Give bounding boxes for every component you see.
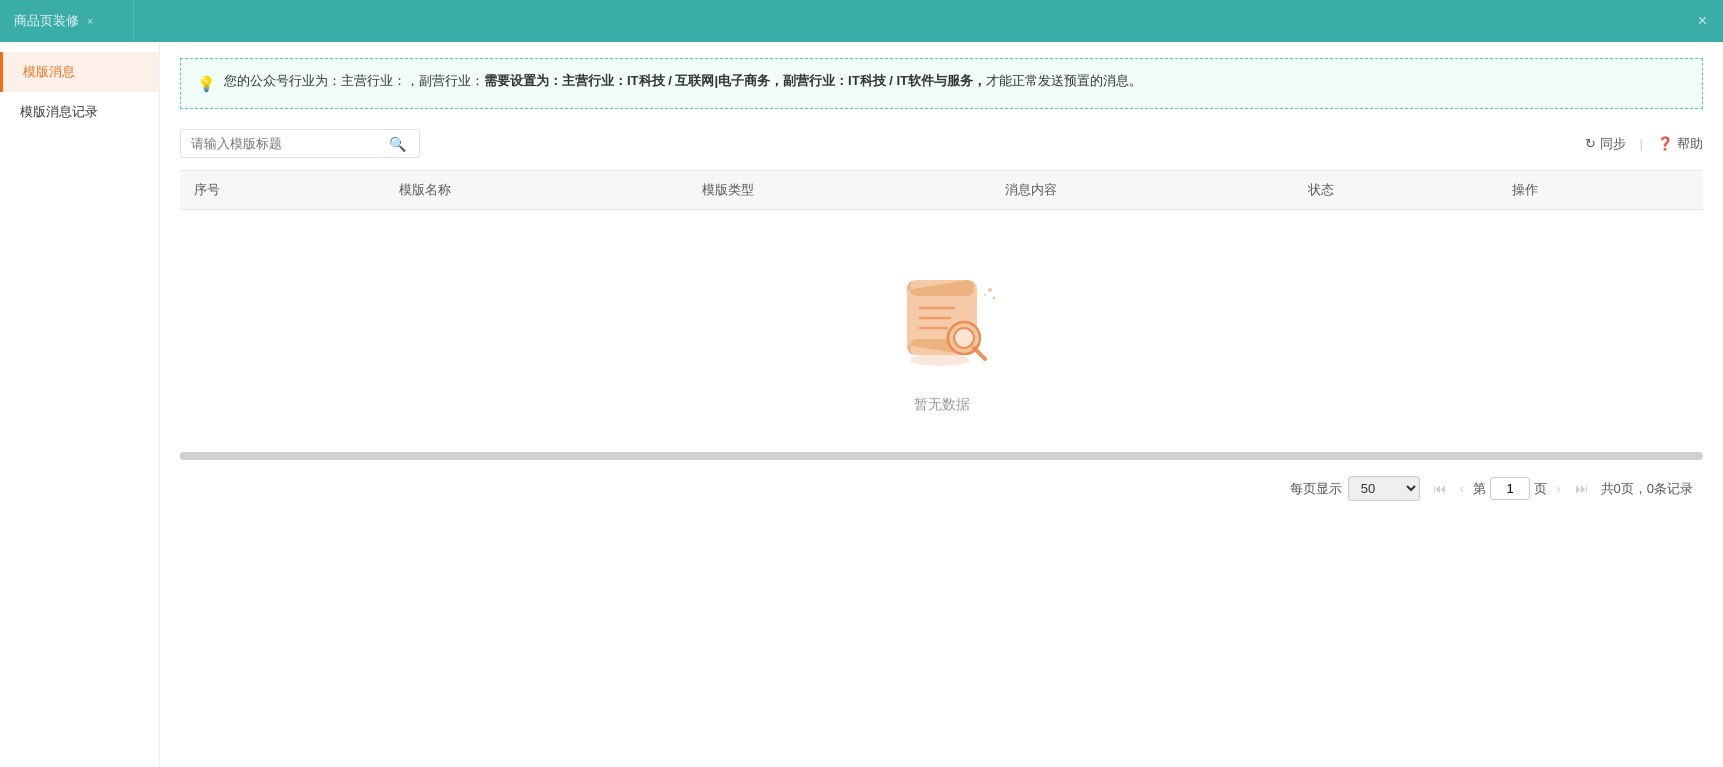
col-header-action: 操作	[1498, 171, 1703, 210]
sync-label: 同步	[1600, 135, 1626, 153]
sidebar-item-1[interactable]: 模版消息记录	[0, 92, 159, 132]
toolbar-divider: |	[1640, 136, 1643, 151]
svg-point-5	[954, 328, 974, 348]
svg-point-8	[992, 297, 995, 300]
nav-tab-close-4[interactable]: ×	[87, 15, 93, 27]
col-header-type: 模版类型	[688, 171, 991, 210]
per-page-select: 每页显示 10 20 50 100	[1290, 476, 1420, 501]
help-label: 帮助	[1677, 135, 1703, 153]
per-page-dropdown[interactable]: 10 20 50 100	[1348, 476, 1420, 501]
notice-text: 您的公众号行业为：主营行业：，副营行业：需要设置为：主营行业：IT科技 / 互联…	[224, 71, 1142, 92]
svg-point-0	[910, 354, 970, 366]
sync-button[interactable]: ↻ 同步	[1585, 135, 1626, 153]
col-header-status: 状态	[1294, 171, 1499, 210]
sync-icon: ↻	[1585, 136, 1596, 151]
svg-point-7	[988, 288, 992, 292]
empty-icon	[882, 260, 1002, 380]
sidebar-item-0[interactable]: 模版消息	[0, 52, 159, 92]
page-summary: 共0页，0条记录	[1601, 480, 1693, 498]
col-header-content: 消息内容	[991, 171, 1294, 210]
help-button[interactable]: ❓ 帮助	[1657, 135, 1703, 153]
notice-box: 💡 您的公众号行业为：主营行业：，副营行业：需要设置为：主营行业：IT科技 / …	[180, 58, 1703, 109]
per-page-label: 每页显示	[1290, 480, 1342, 498]
first-page-button[interactable]: ⏮	[1428, 479, 1451, 498]
page-number-input[interactable]	[1490, 477, 1530, 500]
last-page-button[interactable]: ⏭	[1570, 479, 1593, 498]
notice-highlight: 需要设置为：主营行业：IT科技 / 互联网|电子商务，副营行业：IT科技 / I…	[484, 73, 986, 88]
notice-suffix: 才能正常发送预置的消息。	[986, 73, 1142, 88]
sidebar-items-container: 模版消息模版消息记录	[0, 52, 159, 132]
notice-prefix: 您的公众号行业为：主营行业：，副营行业：	[224, 73, 484, 88]
page-nav: ⏮ ‹ 第 页 › ⏭	[1428, 477, 1593, 500]
data-table: 序号 模版名称 模版类型 消息内容 状态 操作	[180, 170, 1703, 444]
table-header-row: 序号 模版名称 模版类型 消息内容 状态 操作	[180, 171, 1703, 210]
global-close-button[interactable]: ×	[1682, 0, 1723, 42]
toolbar-right: ↻ 同步 | ❓ 帮助	[1585, 135, 1703, 153]
search-box: 🔍	[180, 129, 420, 158]
svg-line-6	[974, 348, 985, 359]
nav-tab-4[interactable]: 商品页装修 ×	[0, 0, 134, 42]
col-header-name: 模版名称	[385, 171, 688, 210]
next-page-button[interactable]: ›	[1551, 479, 1565, 498]
main-layout: 模版消息模版消息记录 💡 您的公众号行业为：主营行业：，副营行业：需要设置为：主…	[0, 42, 1723, 767]
notice-icon: 💡	[197, 72, 216, 96]
page-suffix: 页	[1534, 480, 1547, 498]
toolbar-row: 🔍 ↻ 同步 | ❓ 帮助	[180, 129, 1703, 158]
empty-state: 暂无数据	[180, 210, 1703, 444]
empty-text: 暂无数据	[180, 396, 1703, 414]
nav-tabs-container: 首页微商城店铺设置×商品分类设置×首页装修×商品页装修×店铺主题×开通公众号商城…	[0, 0, 134, 42]
content-area: 💡 您的公众号行业为：主营行业：，副营行业：需要设置为：主营行业：IT科技 / …	[160, 42, 1723, 767]
page-label: 第	[1473, 480, 1486, 498]
table-empty-row: 暂无数据	[180, 210, 1703, 445]
pagination-row: 每页显示 10 20 50 100 ⏮ ‹ 第 页 › ⏭ 共0页，0条记录	[180, 476, 1703, 501]
top-nav: 首页微商城店铺设置×商品分类设置×首页装修×商品页装修×店铺主题×开通公众号商城…	[0, 0, 1723, 42]
col-header-index: 序号	[180, 171, 385, 210]
help-icon: ❓	[1657, 136, 1673, 151]
nav-tab-label-4: 商品页装修	[14, 12, 79, 30]
svg-point-9	[984, 294, 986, 296]
search-button[interactable]: 🔍	[381, 136, 414, 152]
search-input[interactable]	[181, 130, 381, 157]
horizontal-scrollbar[interactable]	[180, 452, 1703, 460]
prev-page-button[interactable]: ‹	[1455, 479, 1469, 498]
sidebar: 模版消息模版消息记录	[0, 42, 160, 767]
